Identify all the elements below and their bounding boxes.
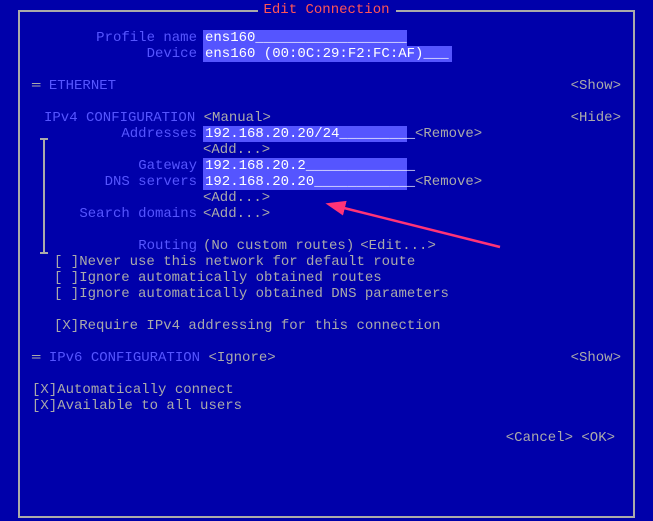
dns-input[interactable]: 192.168.20.20____________ <box>203 174 407 190</box>
ipv4-group-bracket <box>40 138 48 254</box>
opt-ignore-routes-checkbox[interactable]: [ ] <box>54 270 79 286</box>
dialog-edit-connection: Edit Connection Profile name ens160_____… <box>18 10 635 518</box>
gateway-label: Gateway <box>32 158 203 174</box>
routing-value: (No custom routes) <box>203 238 354 254</box>
opt-default-route-checkbox[interactable]: [ ] <box>54 254 79 270</box>
ok-button[interactable]: <OK> <box>581 430 615 446</box>
auto-connect-label: Automatically connect <box>57 382 233 398</box>
opt-default-route-label: Never use this network for default route <box>79 254 415 270</box>
routing-label: Routing <box>32 238 203 254</box>
ipv6-show-button[interactable]: <Show> <box>571 350 621 366</box>
opt-ignore-dns-checkbox[interactable]: [ ] <box>54 286 79 302</box>
addresses-remove-button[interactable]: <Remove> <box>415 126 482 142</box>
cancel-button[interactable]: <Cancel> <box>506 430 573 446</box>
profile-name-input[interactable]: ens160__________________ <box>203 30 407 46</box>
profile-name-label: Profile name <box>32 30 203 46</box>
gateway-input[interactable]: 192.168.20.2_____________ <box>203 158 407 174</box>
dns-add-button[interactable]: <Add...> <box>203 190 270 206</box>
all-users-checkbox[interactable]: [X] <box>32 398 57 414</box>
ipv4-hide-button[interactable]: <Hide> <box>571 110 621 126</box>
opt-ignore-dns-label: Ignore automatically obtained DNS parame… <box>79 286 449 302</box>
ethernet-show-button[interactable]: <Show> <box>571 78 621 94</box>
all-users-label: Available to all users <box>57 398 242 414</box>
require-ipv4-checkbox[interactable]: [X] <box>54 318 79 334</box>
ipv6-mode-select[interactable]: <Ignore> <box>208 350 275 366</box>
search-domains-label: Search domains <box>32 206 203 222</box>
dns-label: DNS servers <box>32 174 203 190</box>
section-indicator: ═ <box>32 350 49 366</box>
device-label: Device <box>32 46 203 62</box>
addresses-add-button[interactable]: <Add...> <box>203 142 270 158</box>
ipv4-section-label: IPv4 CONFIGURATION <box>44 110 195 126</box>
ipv4-mode-select[interactable]: <Manual> <box>204 110 271 126</box>
require-ipv4-label: Require IPv4 addressing for this connect… <box>79 318 440 334</box>
search-domains-add-button[interactable]: <Add...> <box>203 206 270 222</box>
device-input[interactable]: ens160 (00:0C:29:F2:FC:AF)___ <box>203 46 452 62</box>
ipv6-section-label: IPv6 CONFIGURATION <box>49 350 200 366</box>
dialog-title: Edit Connection <box>257 2 395 18</box>
addresses-label: Addresses <box>32 126 203 142</box>
section-indicator: ═ <box>32 78 49 94</box>
ethernet-section-label: ETHERNET <box>49 78 116 94</box>
routing-edit-button[interactable]: <Edit...> <box>360 238 436 254</box>
dns-remove-button[interactable]: <Remove> <box>415 174 482 190</box>
addresses-input[interactable]: 192.168.20.20/24_________ <box>203 126 407 142</box>
auto-connect-checkbox[interactable]: [X] <box>32 382 57 398</box>
opt-ignore-routes-label: Ignore automatically obtained routes <box>79 270 381 286</box>
